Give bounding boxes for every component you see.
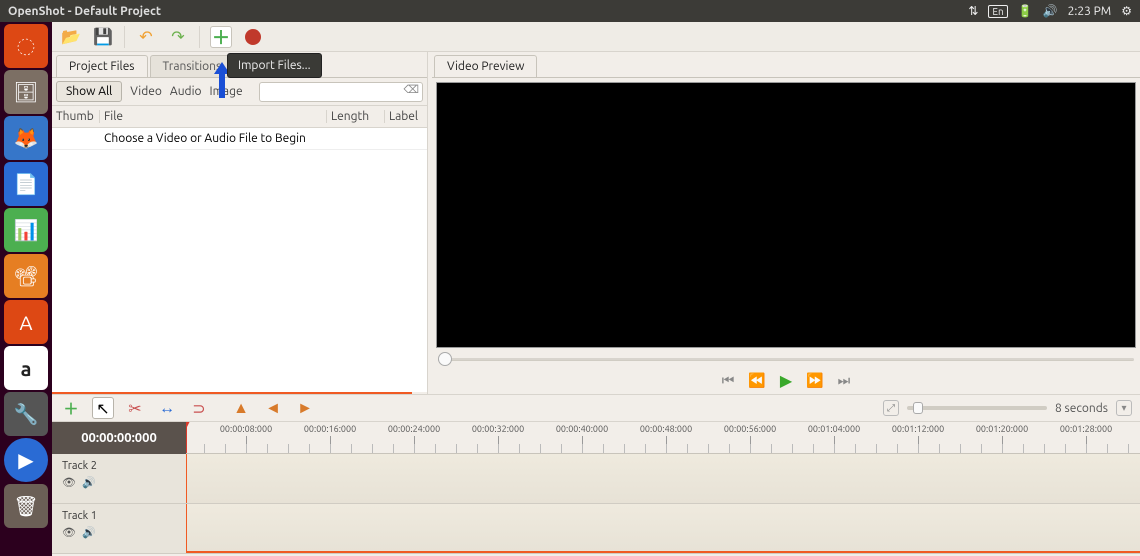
trash-icon[interactable]: 🗑 <box>4 484 48 528</box>
snapping-toggle[interactable]: ⊃ <box>188 397 210 419</box>
track-label[interactable]: Track 2 👁 🔊 <box>52 454 186 503</box>
export-button[interactable] <box>242 26 264 48</box>
zoom-options-button[interactable]: ▾ <box>1116 400 1132 416</box>
undo-button[interactable]: ↶ <box>135 26 157 48</box>
add-marker-button[interactable]: ▲ <box>230 397 252 419</box>
preview-panel: Video Preview ⏮ ⏪ ▶ ⏩ ⏭ <box>428 52 1140 394</box>
filter-audio[interactable]: Audio <box>170 85 202 98</box>
project-files-body[interactable]: Choose a Video or Audio File to Begin <box>52 128 427 392</box>
track-name: Track 2 <box>62 460 176 472</box>
ruler-tick-label: 00:00:32:000 <box>472 424 524 434</box>
project-files-empty-row: Choose a Video or Audio File to Begin <box>52 128 427 150</box>
track-row: Track 2 👁 🔊 <box>52 454 1140 504</box>
center-playhead-button[interactable]: ⤢ <box>883 400 899 416</box>
col-thumb[interactable]: Thumb <box>52 110 100 123</box>
empty-message: Choose a Video or Audio File to Begin <box>100 132 327 145</box>
track-row: Track 1 👁 🔊 <box>52 504 1140 554</box>
battery-icon[interactable]: 🔋 <box>1018 4 1033 18</box>
jump-end-button[interactable]: ⏭ <box>838 372 851 389</box>
window-title: OpenShot - Default Project <box>0 5 161 18</box>
ruler-tick-label: 00:01:20:000 <box>976 424 1028 434</box>
razor-tool[interactable]: ✂ <box>124 397 146 419</box>
calc-icon[interactable]: 📊 <box>4 208 48 252</box>
tab-project-files[interactable]: Project Files <box>56 55 148 77</box>
next-marker-button[interactable]: ► <box>294 397 316 419</box>
media-player-icon[interactable]: ▶ <box>4 438 48 482</box>
track-lane[interactable] <box>186 504 1140 553</box>
software-center-icon[interactable]: A <box>4 300 48 344</box>
writer-icon[interactable]: 📄 <box>4 162 48 206</box>
track-name: Track 1 <box>62 510 176 522</box>
import-files-button[interactable]: ＋ <box>210 26 232 48</box>
ruler-tick-label: 00:00:40:000 <box>556 424 608 434</box>
prev-marker-button[interactable]: ◄ <box>262 397 284 419</box>
show-all-button[interactable]: Show All <box>56 81 122 102</box>
preview-seek-slider[interactable] <box>438 352 1134 366</box>
openshot-window: 📂 💾 ↶ ↷ ＋ Import Files... Project Files … <box>52 22 1140 556</box>
rewind-button[interactable]: ⏪ <box>748 372 765 389</box>
mute-icon[interactable]: 🔊 <box>82 476 96 489</box>
video-preview-area[interactable] <box>436 82 1136 348</box>
timeline-tracks: Track 2 👁 🔊 Track 1 👁 🔊 <box>52 454 1140 556</box>
visibility-icon[interactable]: 👁 <box>62 476 76 489</box>
main-toolbar: 📂 💾 ↶ ↷ ＋ <box>52 22 1140 52</box>
ruler-tick-label: 00:00:56:000 <box>724 424 776 434</box>
network-icon[interactable]: ⇅ <box>968 4 978 18</box>
mute-icon[interactable]: 🔊 <box>82 526 96 539</box>
redo-button[interactable]: ↷ <box>167 26 189 48</box>
impress-icon[interactable]: 📽 <box>4 254 48 298</box>
gear-icon[interactable]: ⚙ <box>1121 4 1132 18</box>
system-tray: ⇅ En 🔋 🔊 2:23 PM ⚙ <box>968 4 1140 18</box>
dash-icon[interactable]: ◌ <box>4 24 48 68</box>
ruler-tick-label: 00:00:24:000 <box>388 424 440 434</box>
ruler-tick-label: 00:01:04:000 <box>808 424 860 434</box>
firefox-icon[interactable]: 🦊 <box>4 116 48 160</box>
transport-controls: ⏮ ⏪ ▶ ⏩ ⏭ <box>432 366 1140 394</box>
sound-icon[interactable]: 🔊 <box>1043 4 1058 18</box>
clear-search-icon[interactable]: ⌫ <box>403 83 419 96</box>
col-length[interactable]: Length <box>327 110 385 123</box>
filter-video[interactable]: Video <box>130 85 162 98</box>
ruler-tick-label: 00:00:08:000 <box>220 424 272 434</box>
ruler-tick-label: 00:01:28:000 <box>1060 424 1112 434</box>
track-lane[interactable] <box>186 454 1140 503</box>
project-files-header: Thumb File Length Label <box>52 106 427 128</box>
resize-tool[interactable]: ↔ <box>156 397 178 419</box>
col-label[interactable]: Label <box>385 110 427 123</box>
selection-tool[interactable]: ↖ <box>92 397 114 419</box>
filter-row: Show All Video Audio Image ⌫ <box>52 78 427 106</box>
unity-launcher: ◌ 🗄 🦊 📄 📊 📽 A a 🔧 ▶ 🗑 <box>0 22 52 556</box>
ruler-tick-label: 00:00:48:000 <box>640 424 692 434</box>
ruler-tick-label: 00:01:12:000 <box>892 424 944 434</box>
search-input[interactable] <box>259 82 423 102</box>
play-button[interactable]: ▶ <box>780 371 792 390</box>
col-file[interactable]: File <box>100 110 327 123</box>
language-indicator[interactable]: En <box>988 5 1007 18</box>
playhead[interactable] <box>186 422 187 454</box>
timeline: 00:00:00:000 00:00:08:00000:00:16:00000:… <box>52 422 1140 556</box>
save-project-button[interactable]: 💾 <box>92 26 114 48</box>
tab-video-preview[interactable]: Video Preview <box>434 55 537 77</box>
zoom-label: 8 seconds <box>1055 402 1108 415</box>
system-settings-icon[interactable]: 🔧 <box>4 392 48 436</box>
project-files-panel: Project Files Transitions Effects Show A… <box>52 52 428 394</box>
visibility-icon[interactable]: 👁 <box>62 526 76 539</box>
files-icon[interactable]: 🗄 <box>4 70 48 114</box>
system-menubar: OpenShot - Default Project ⇅ En 🔋 🔊 2:23… <box>0 0 1140 22</box>
import-tooltip: Import Files... <box>227 53 322 78</box>
clock[interactable]: 2:23 PM <box>1068 5 1112 18</box>
add-track-button[interactable]: ＋ <box>60 397 82 419</box>
timeline-ruler[interactable]: 00:00:08:000 00:00:16:000 00:00:24:000 00:0… <box>186 422 1140 454</box>
track-label[interactable]: Track 1 👁 🔊 <box>52 504 186 553</box>
playhead-time: 00:00:00:000 <box>52 422 186 454</box>
jump-start-button[interactable]: ⏮ <box>722 372 735 389</box>
fast-forward-button[interactable]: ⏩ <box>806 372 823 389</box>
zoom-slider[interactable] <box>907 406 1047 410</box>
amazon-icon[interactable]: a <box>4 346 48 390</box>
ruler-tick-label: 00:00:16:000 <box>304 424 356 434</box>
timeline-toolbar: ＋ ↖ ✂ ↔ ⊃ ▲ ◄ ► ⤢ 8 seconds ▾ <box>52 394 1140 422</box>
open-project-button[interactable]: 📂 <box>60 26 82 48</box>
